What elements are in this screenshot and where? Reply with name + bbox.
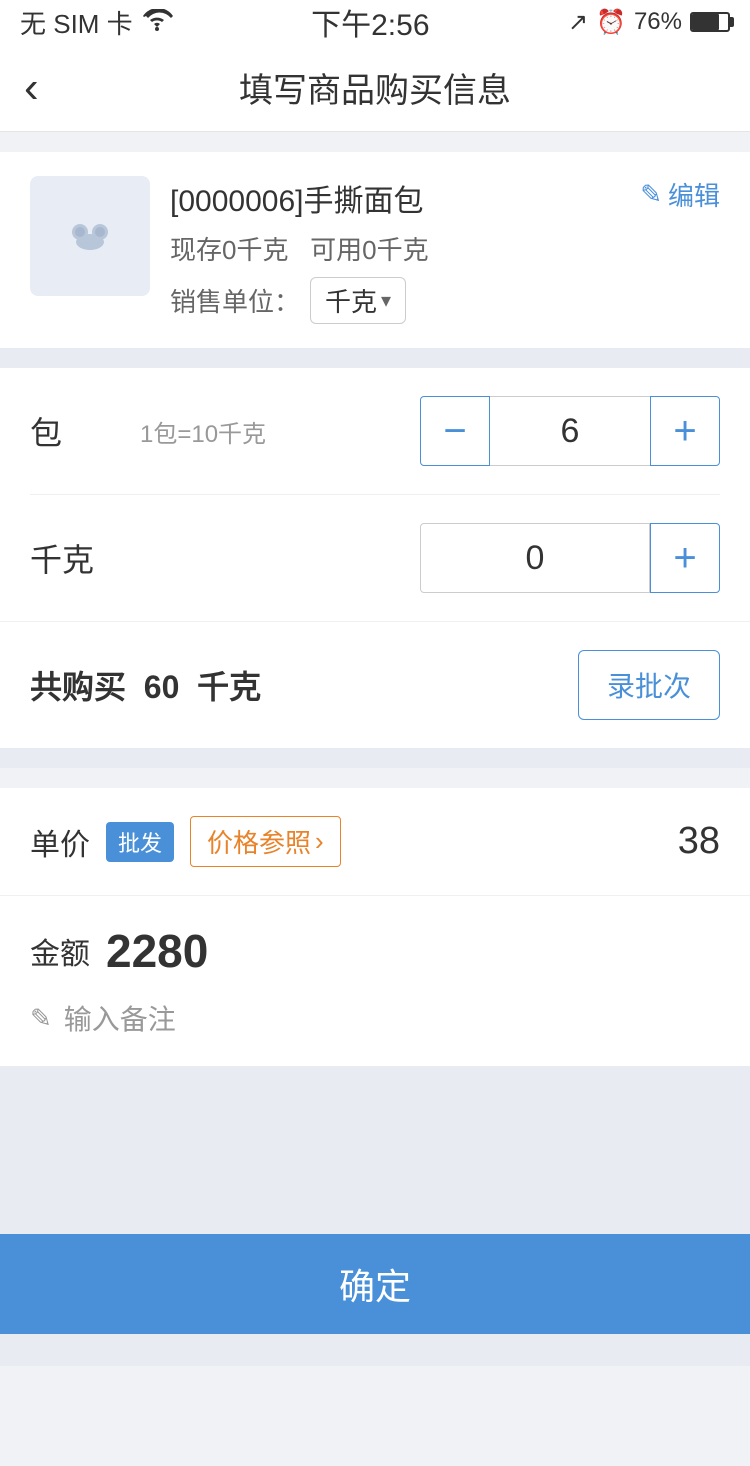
battery-icon [690,12,730,32]
amount-value: 2280 [106,924,208,978]
bag-sublabel: 1包=10千克 [140,414,266,449]
carrier-text: 无 SIM 卡 [20,4,133,41]
page-title: 填写商品购买信息 [239,63,511,112]
edit-icon: ✎ [640,179,662,210]
product-stock: 现存0千克 可用0千克 [170,230,720,267]
wifi-icon [141,7,173,38]
kg-plus-button[interactable]: + [650,523,720,593]
price-value: 38 [678,820,720,863]
kg-stepper: + [420,523,720,593]
battery-text: 76% [634,8,682,36]
alarm-icon: ⏰ [596,8,626,37]
note-row[interactable]: ✎ 输入备注 [30,998,720,1038]
nav-bar: ‹ 填写商品购买信息 [0,44,750,132]
chevron-down-icon: ▾ [381,288,391,313]
edit-button[interactable]: ✎ 编辑 [640,176,720,213]
bag-input-row: 包 1包=10千克 − + [30,368,720,495]
unit-select[interactable]: 千克 ▾ [310,277,406,324]
price-label: 单价 [30,820,90,864]
status-right: ↗ ⏰ 76% [568,8,730,37]
summary-section: 共购买 60 千克 录批次 [0,621,750,748]
product-image [30,176,150,296]
status-bar: 无 SIM 卡 下午2:56 ↗ ⏰ 76% [0,0,750,44]
price-tag: 批发 [106,822,174,862]
summary-text: 共购买 60 千克 [30,662,261,708]
product-unit: 销售单位： 千克 ▾ [170,277,720,324]
kg-label: 千克 [30,535,130,581]
price-ref-button[interactable]: 价格参照 › [190,816,341,867]
summary-value: 60 [144,669,180,705]
chevron-right-icon: › [315,826,324,857]
confirm-button[interactable]: 确定 [0,1234,750,1334]
input-section: 包 1包=10千克 − + 千克 + [0,368,750,621]
bag-plus-button[interactable]: + [650,396,720,466]
kg-input-row: 千克 + [30,495,720,621]
amount-section: 金额 2280 ✎ 输入备注 [0,895,750,1066]
batch-button[interactable]: 录批次 [578,650,720,720]
location-icon: ↗ [568,8,588,37]
bag-input[interactable] [490,396,650,466]
divider-1 [0,348,750,368]
product-info: [0000006]手撕面包 现存0千克 可用0千克 销售单位： 千克 ▾ [170,176,720,324]
back-button[interactable]: ‹ [24,63,39,113]
divider-2 [0,748,750,768]
bag-minus-button[interactable]: − [420,396,490,466]
amount-label: 金额 [30,929,90,973]
pencil-icon: ✎ [30,1003,52,1034]
note-placeholder[interactable]: 输入备注 [64,998,176,1038]
price-section: 单价 批发 价格参照 › 38 [0,788,750,895]
kg-input[interactable] [420,523,650,593]
status-left: 无 SIM 卡 [20,4,173,41]
product-name: [0000006]手撕面包 [170,176,720,220]
status-time: 下午2:56 [311,0,429,44]
bag-stepper: − + [420,396,720,466]
amount-row: 金额 2280 [30,924,720,978]
bag-label: 包 [30,408,130,454]
product-card: [0000006]手撕面包 现存0千克 可用0千克 销售单位： 千克 ▾ ✎ 编… [0,152,750,348]
